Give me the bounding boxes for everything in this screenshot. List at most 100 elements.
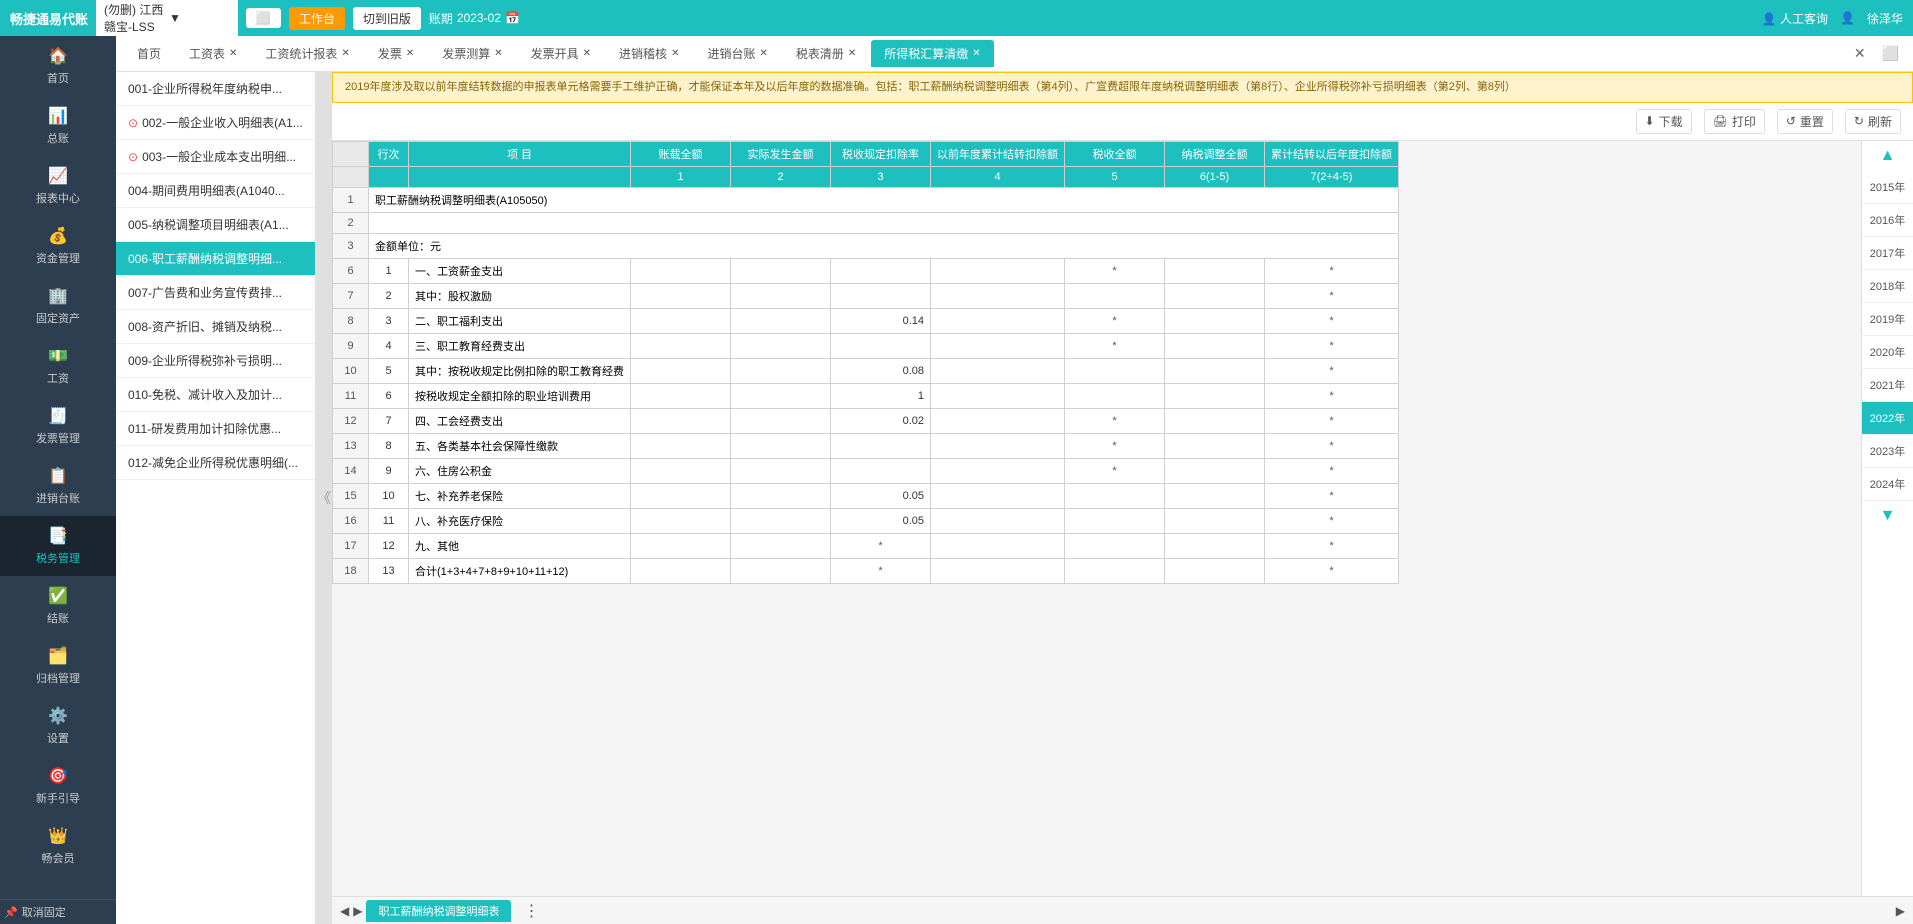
year-2021[interactable]: 2021年 <box>1862 369 1913 402</box>
tab-invoice-close[interactable]: ✕ <box>406 48 414 59</box>
left-nav-item-011[interactable]: 011-研发费用加计扣除优惠... <box>116 412 315 446</box>
year-2024[interactable]: 2024年 <box>1862 468 1913 501</box>
reset-btn[interactable]: ↺ 重置 <box>1777 109 1833 134</box>
sidebar-item-settle[interactable]: ✅ 结账 <box>0 576 116 636</box>
main-layout: 🏠 首页 📊 总账 📈 报表中心 💰 资金管理 🏢 固定资产 💵 工资 🧾 发票… <box>0 36 1913 924</box>
sidebar-item-home[interactable]: 🏠 首页 <box>0 36 116 96</box>
download-btn[interactable]: ⬇ 下载 <box>1636 109 1692 134</box>
tab-invoice-calc[interactable]: 发票测算 ✕ <box>429 40 515 67</box>
table-unit: 金额单位：元 <box>369 233 1399 258</box>
tab-invoice-open[interactable]: 发票开具 ✕ <box>518 40 604 67</box>
sidebar-item-report[interactable]: 📈 报表中心 <box>0 156 116 216</box>
refresh-btn[interactable]: ↻ 刷新 <box>1845 109 1901 134</box>
sidebar-item-fixed-asset[interactable]: 🏢 固定资产 <box>0 276 116 336</box>
company-selector[interactable]: (勿删) 江西赣宝-LSS ▼ <box>96 0 238 38</box>
sidebar-item-invoice-mgmt[interactable]: 🧾 发票管理 <box>0 396 116 456</box>
i-2: * <box>1265 283 1399 308</box>
top-bar-right: 👤 人工客询 👤 徐泽华 <box>1762 10 1903 27</box>
cancel-fixed-btn[interactable]: 📌 取消固定 <box>0 900 116 924</box>
sheet-scroll-right[interactable]: ▶ <box>1896 904 1905 918</box>
year-nav-up[interactable]: ▲ <box>1874 141 1902 171</box>
tab-salary-report-close[interactable]: ✕ <box>341 48 349 59</box>
tab-salary-close[interactable]: ✕ <box>229 48 237 59</box>
sidebar-item-ledger[interactable]: 📊 总账 <box>0 96 116 156</box>
workspace-btn[interactable]: 工作台 <box>289 7 345 30</box>
left-nav-item-010[interactable]: 010-免税、减计收入及加计... <box>116 378 315 412</box>
line-3: 3 <box>369 308 409 333</box>
left-nav-item-001[interactable]: 001-企业所得税年度纳税申... <box>116 72 315 106</box>
tab-home[interactable]: 首页 <box>124 40 174 67</box>
sidebar-item-salary[interactable]: 💵 工资 <box>0 336 116 396</box>
year-2017[interactable]: 2017年 <box>1862 237 1913 270</box>
tab-income-tax-close[interactable]: ✕ <box>972 48 980 59</box>
tab-invoice-open-close[interactable]: ✕ <box>583 48 591 59</box>
service-btn[interactable]: 👤 人工客询 <box>1762 10 1828 27</box>
c-3 <box>631 308 731 333</box>
left-nav-item-007[interactable]: 007-广告费和业务宣传费排... <box>116 276 315 310</box>
left-nav-item-003[interactable]: ⊙003-一般企业成本支出明细... <box>116 140 315 174</box>
tab-tax-clearance-close[interactable]: ✕ <box>848 48 856 59</box>
left-nav-item-005[interactable]: 005-纳税调整项目明细表(A1... <box>116 208 315 242</box>
sidebar-label-asset-mgmt: 资金管理 <box>36 250 80 266</box>
year-2018[interactable]: 2018年 <box>1862 270 1913 303</box>
left-nav-item-008[interactable]: 008-资产折旧、摊销及纳税... <box>116 310 315 344</box>
report-icon: 📈 <box>48 166 68 186</box>
close-all-btn[interactable]: ✕ <box>1848 43 1872 64</box>
tab-purchase-verify-close[interactable]: ✕ <box>671 48 679 59</box>
sidebar-item-settings[interactable]: ⚙️ 设置 <box>0 696 116 756</box>
tab-income-tax[interactable]: 所得税汇算清缴 ✕ <box>871 40 993 67</box>
tab-salary[interactable]: 工资表 ✕ <box>176 40 250 67</box>
year-2023[interactable]: 2023年 <box>1862 435 1913 468</box>
d-7 <box>731 408 831 433</box>
left-nav-item-002[interactable]: ⊙002-一般企业收入明细表(A1... <box>116 106 315 140</box>
year-2015[interactable]: 2015年 <box>1862 171 1913 204</box>
maximize-btn[interactable]: ⬜ <box>1876 43 1905 64</box>
tab-purchase-verify[interactable]: 进销稽核 ✕ <box>606 40 692 67</box>
sidebar-item-sales-ledger[interactable]: 📋 进销台账 <box>0 456 116 516</box>
tab-invoice[interactable]: 发票 ✕ <box>365 40 427 67</box>
left-nav-item-012[interactable]: 012-减免企业所得税优惠明细(... <box>116 446 315 480</box>
tab-tax-clearance-label: 税表清册 <box>796 45 844 62</box>
tab-salary-report[interactable]: 工资统计报表 ✕ <box>252 40 362 67</box>
sidebar-item-asset-mgmt[interactable]: 💰 资金管理 <box>0 216 116 276</box>
table-wrapper[interactable]: 行次 项 目 账载全额 实际发生金额 税收规定扣除率 以前年度累计结转扣除额 税… <box>332 141 1861 897</box>
sheet-tab-active[interactable]: 职工薪酬纳税调整明细表 <box>366 900 511 922</box>
left-nav: 001-企业所得税年度纳税申... ⊙002-一般企业收入明细表(A1... ⊙… <box>116 72 316 924</box>
tab-tax-clearance[interactable]: 税表清册 ✕ <box>783 40 869 67</box>
sheet-nav-arrows[interactable]: ◀ ▶ <box>340 904 362 918</box>
collapse-btn[interactable]: 《 <box>316 72 332 924</box>
sidebar-label-archive: 归档管理 <box>36 670 80 686</box>
sheet-more-btn[interactable]: ⋮ <box>523 901 539 921</box>
year-2022[interactable]: 2022年 <box>1862 402 1913 435</box>
sidebar-item-tax-mgmt[interactable]: 📑 税务管理 <box>0 516 116 576</box>
print-btn[interactable]: 🖨 打印 <box>1704 109 1765 134</box>
sidebar-item-newbie[interactable]: 🎯 新手引导 <box>0 756 116 816</box>
i-8: * <box>1265 433 1399 458</box>
left-nav-item-006[interactable]: 006-职工薪酬纳税调整明细... <box>116 242 315 276</box>
tab-purchase-ledger[interactable]: 进销台账 ✕ <box>694 40 780 67</box>
g-12 <box>1065 533 1165 558</box>
sidebar-item-archive[interactable]: 🗂️ 归档管理 <box>0 636 116 696</box>
sheet-nav-left[interactable]: ◀ <box>340 904 349 918</box>
table-row: 16 11 八、补充医疗保险 0.05 * <box>333 508 1399 533</box>
table-area: 行次 项 目 账载全额 实际发生金额 税收规定扣除率 以前年度累计结转扣除额 税… <box>332 141 1913 897</box>
left-nav-item-009[interactable]: 009-企业所得税弥补亏损明... <box>116 344 315 378</box>
left-nav-item-004[interactable]: 004-期间费用明细表(A1040... <box>116 174 315 208</box>
user-avatar[interactable]: 👤 <box>1840 11 1855 25</box>
copy-btn[interactable]: ⬜ <box>246 8 281 28</box>
table-row: 15 10 七、补充养老保险 0.05 * <box>333 483 1399 508</box>
g-10 <box>1065 483 1165 508</box>
e-7: 0.02 <box>831 408 931 433</box>
sheet-nav-right[interactable]: ▶ <box>353 904 362 918</box>
tab-invoice-calc-close[interactable]: ✕ <box>494 48 502 59</box>
year-2020[interactable]: 2020年 <box>1862 336 1913 369</box>
f-3 <box>931 308 1065 333</box>
year-nav-down[interactable]: ▼ <box>1874 501 1902 531</box>
col-i-header: 累计结转以后年度扣除额 <box>1265 141 1399 166</box>
switch-old-btn[interactable]: 切到旧版 <box>353 7 421 30</box>
i-11: * <box>1265 508 1399 533</box>
year-2016[interactable]: 2016年 <box>1862 204 1913 237</box>
sidebar-item-member[interactable]: 👑 畅会员 <box>0 816 116 876</box>
year-2019[interactable]: 2019年 <box>1862 303 1913 336</box>
tab-purchase-ledger-close[interactable]: ✕ <box>759 48 767 59</box>
